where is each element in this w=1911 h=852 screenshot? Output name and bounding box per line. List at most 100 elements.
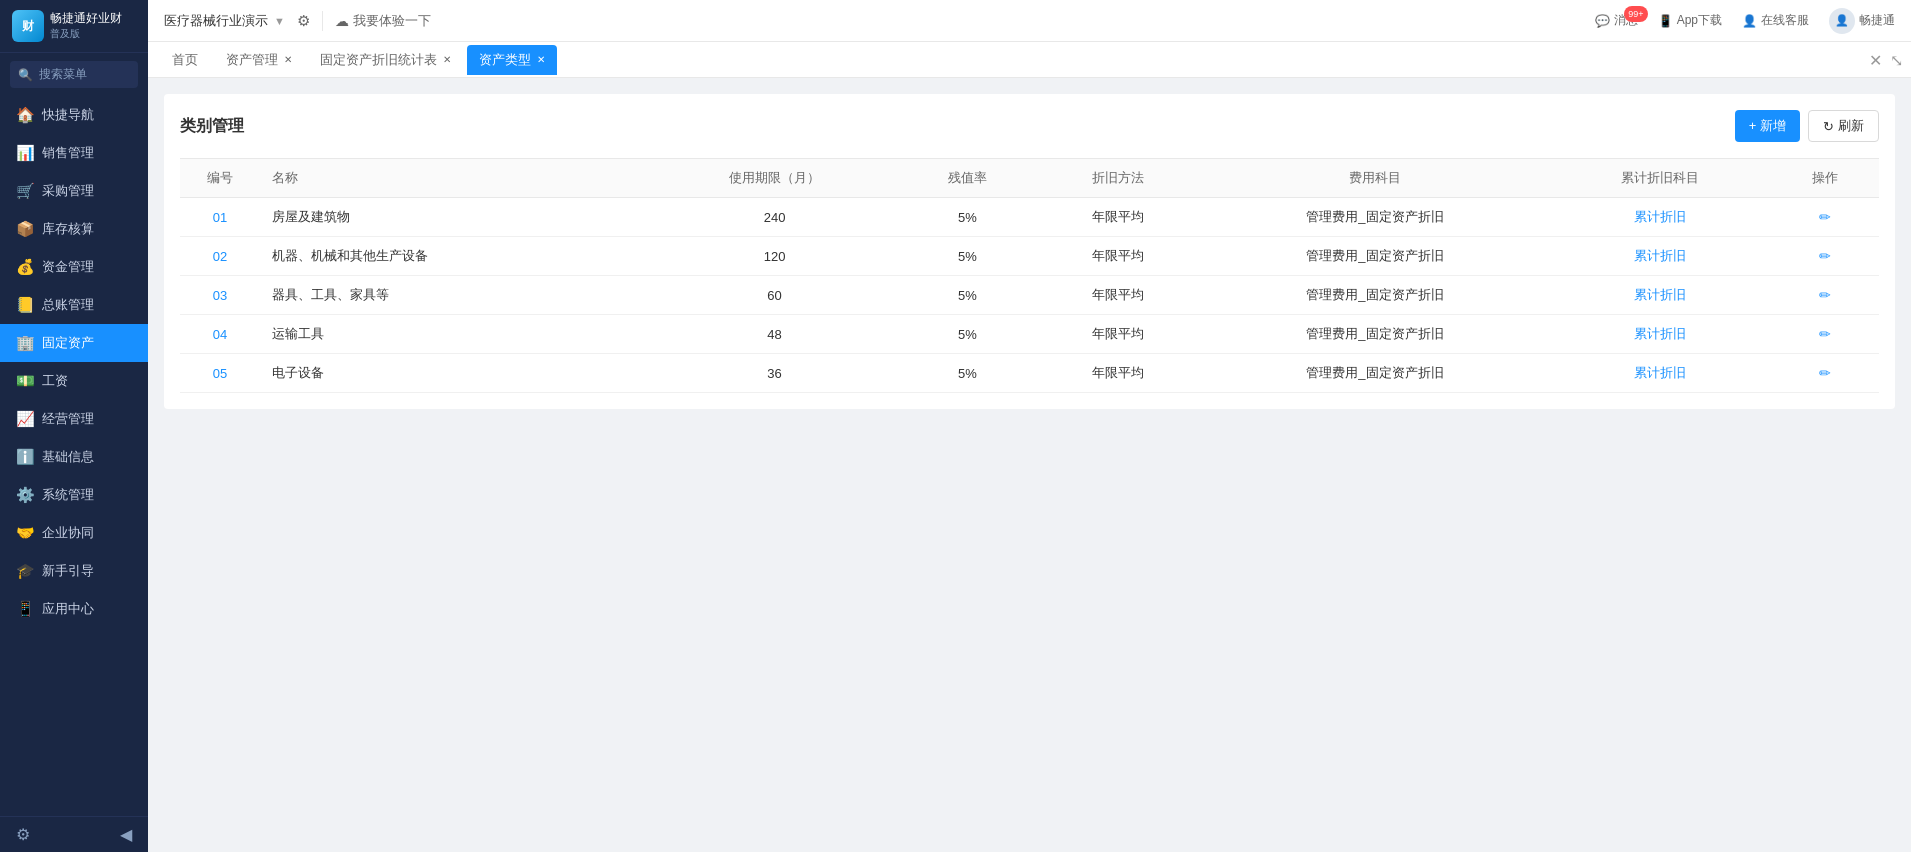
window-maximize-icon[interactable]: ⤡: [1890, 51, 1903, 70]
sidebar-item-label: 固定资产: [42, 334, 94, 352]
cell-code-1: 02: [180, 237, 260, 276]
sidebar-item-ledger[interactable]: 📒 总账管理: [0, 286, 148, 324]
settings-icon[interactable]: ⚙: [16, 825, 30, 844]
online-service-icon: 👤: [1742, 14, 1757, 28]
cell-expense-2: 管理费用_固定资产折旧: [1200, 276, 1549, 315]
cell-name-3: 运输工具: [260, 315, 650, 354]
refresh-button[interactable]: ↻ 刷新: [1808, 110, 1879, 142]
page-header: 类别管理 + 新增 ↻ 刷新: [180, 110, 1879, 142]
cell-months-1: 120: [650, 237, 899, 276]
topbar-right: 💬 消息 99+ 📱 App下载 👤 在线客服 👤 畅捷通: [1595, 8, 1895, 34]
cell-residual-4: 5%: [899, 354, 1035, 393]
window-close-icon[interactable]: ✕: [1869, 51, 1882, 70]
sidebar-item-label: 销售管理: [42, 144, 94, 162]
main-content: 医疗器械行业演示 ▼ ⚙ ☁ 我要体验一下 💬 消息 99+ 📱 App下载 👤…: [148, 0, 1911, 852]
tab-depreciation-close[interactable]: ✕: [443, 55, 451, 65]
app-download-label: App下载: [1677, 12, 1722, 29]
tab-depreciation-table[interactable]: 固定资产折旧统计表 ✕: [308, 45, 463, 75]
sidebar-item-enterprise[interactable]: 🤝 企业协同: [0, 514, 148, 552]
new-button[interactable]: + 新增: [1735, 110, 1800, 142]
workspace-name: 医疗器械行业演示: [164, 12, 268, 30]
collapse-sidebar-icon[interactable]: ◀: [120, 825, 132, 844]
sidebar-search-area[interactable]: 🔍 搜索菜单: [0, 53, 148, 96]
cell-action-4[interactable]: ✏: [1771, 354, 1879, 393]
cell-method-4: 年限平均: [1036, 354, 1201, 393]
cell-name-1: 机器、机械和其他生产设备: [260, 237, 650, 276]
col-method: 折旧方法: [1036, 159, 1201, 198]
search-icon: 🔍: [18, 68, 33, 82]
sidebar-item-funds[interactable]: 💰 资金管理: [0, 248, 148, 286]
sidebar-item-label: 应用中心: [42, 600, 94, 618]
tab-asset-mgmt[interactable]: 资产管理 ✕: [214, 45, 304, 75]
app-download-icon: 📱: [1658, 14, 1673, 28]
sidebar-item-operations[interactable]: 📈 经营管理: [0, 400, 148, 438]
sidebar-item-sales[interactable]: 📊 销售管理: [0, 134, 148, 172]
cell-months-3: 48: [650, 315, 899, 354]
ledger-icon: 📒: [16, 296, 34, 314]
workspace-selector[interactable]: 医疗器械行业演示 ▼: [164, 12, 285, 30]
cell-action-0[interactable]: ✏: [1771, 198, 1879, 237]
messages-badge: 99+: [1624, 6, 1647, 22]
sidebar-item-purchase[interactable]: 🛒 采购管理: [0, 172, 148, 210]
sidebar-nav: 🏠 快捷导航 📊 销售管理 🛒 采购管理 📦 库存核算 💰 资金管理 📒 总账管…: [0, 96, 148, 816]
cell-expense-0: 管理费用_固定资产折旧: [1200, 198, 1549, 237]
sidebar-item-system[interactable]: ⚙️ 系统管理: [0, 476, 148, 514]
table-row: 05 电子设备 36 5% 年限平均 管理费用_固定资产折旧 累计折旧 ✏: [180, 354, 1879, 393]
online-service-button[interactable]: 👤 在线客服: [1742, 12, 1809, 29]
page-content: 类别管理 + 新增 ↻ 刷新 编号 名称 使用期限（月） 残值率: [148, 78, 1911, 852]
sidebar: 财 畅捷通好业财 普及版 🔍 搜索菜单 🏠 快捷导航 📊 销售管理 🛒 采购管理…: [0, 0, 148, 852]
guide-icon: 🎓: [16, 562, 34, 580]
cell-accumulated-0: 累计折旧: [1550, 198, 1771, 237]
cell-residual-0: 5%: [899, 198, 1035, 237]
sidebar-footer: ⚙ ◀: [0, 816, 148, 852]
sidebar-item-guide[interactable]: 🎓 新手引导: [0, 552, 148, 590]
sales-icon: 📊: [16, 144, 34, 162]
col-expense: 费用科目: [1200, 159, 1549, 198]
cell-action-2[interactable]: ✏: [1771, 276, 1879, 315]
sidebar-item-quick-nav[interactable]: 🏠 快捷导航: [0, 96, 148, 134]
sidebar-item-label: 采购管理: [42, 182, 94, 200]
inventory-icon: 📦: [16, 220, 34, 238]
purchase-icon: 🛒: [16, 182, 34, 200]
sidebar-item-fixed-assets[interactable]: 🏢 固定资产: [0, 324, 148, 362]
cell-action-1[interactable]: ✏: [1771, 237, 1879, 276]
col-months: 使用期限（月）: [650, 159, 899, 198]
quick-nav-icon: 🏠: [16, 106, 34, 124]
cell-residual-1: 5%: [899, 237, 1035, 276]
workspace-settings-icon[interactable]: ⚙: [297, 12, 310, 30]
sidebar-item-label: 总账管理: [42, 296, 94, 314]
cell-accumulated-1: 累计折旧: [1550, 237, 1771, 276]
online-service-label: 在线客服: [1761, 12, 1809, 29]
cell-method-2: 年限平均: [1036, 276, 1201, 315]
tab-asset-type-close[interactable]: ✕: [537, 55, 545, 65]
table-row: 04 运输工具 48 5% 年限平均 管理费用_固定资产折旧 累计折旧 ✏: [180, 315, 1879, 354]
col-name: 名称: [260, 159, 650, 198]
app-name: 畅捷通好业财: [50, 11, 122, 27]
cell-code-0: 01: [180, 198, 260, 237]
experience-button[interactable]: ☁ 我要体验一下: [335, 12, 431, 30]
cell-code-2: 03: [180, 276, 260, 315]
user-profile[interactable]: 👤 畅捷通: [1829, 8, 1895, 34]
cell-months-2: 60: [650, 276, 899, 315]
system-icon: ⚙️: [16, 486, 34, 504]
messages-button[interactable]: 💬 消息 99+: [1595, 12, 1638, 29]
workspace-arrow-icon: ▼: [274, 15, 285, 27]
search-menu-button[interactable]: 🔍 搜索菜单: [10, 61, 138, 88]
cell-action-3[interactable]: ✏: [1771, 315, 1879, 354]
funds-icon: 💰: [16, 258, 34, 276]
sidebar-item-label: 快捷导航: [42, 106, 94, 124]
sidebar-item-basic-info[interactable]: ℹ️ 基础信息: [0, 438, 148, 476]
sidebar-item-inventory[interactable]: 📦 库存核算: [0, 210, 148, 248]
tab-home[interactable]: 首页: [160, 45, 210, 75]
sidebar-item-payroll[interactable]: 💵 工资: [0, 362, 148, 400]
cell-method-1: 年限平均: [1036, 237, 1201, 276]
sidebar-item-label: 经营管理: [42, 410, 94, 428]
tab-asset-type[interactable]: 资产类型 ✕: [467, 45, 557, 75]
cell-code-3: 04: [180, 315, 260, 354]
sidebar-item-label: 库存核算: [42, 220, 94, 238]
cell-method-3: 年限平均: [1036, 315, 1201, 354]
sidebar-item-app-center[interactable]: 📱 应用中心: [0, 590, 148, 628]
payroll-icon: 💵: [16, 372, 34, 390]
app-download-button[interactable]: 📱 App下载: [1658, 12, 1722, 29]
tab-asset-mgmt-close[interactable]: ✕: [284, 55, 292, 65]
